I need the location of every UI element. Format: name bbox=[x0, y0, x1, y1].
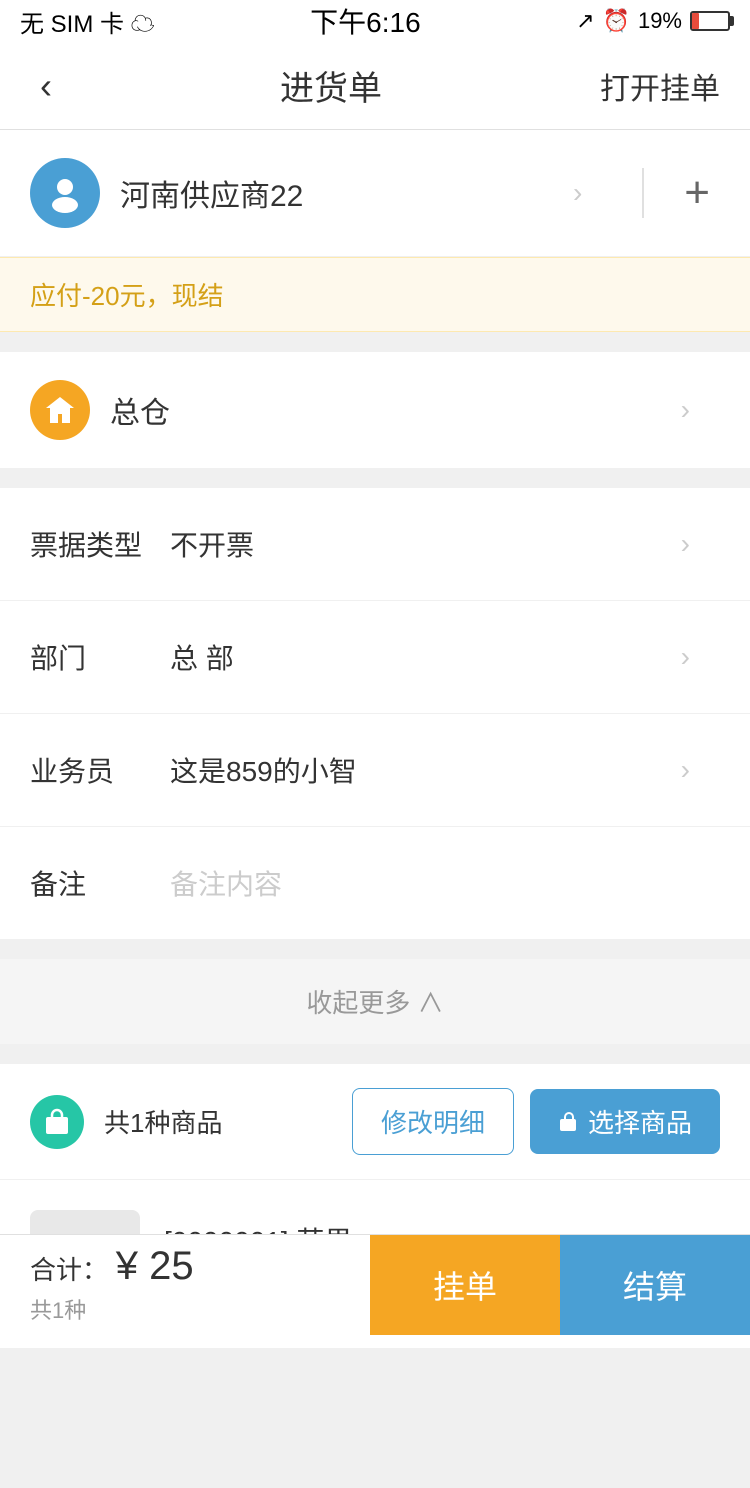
dept-row[interactable]: 部门 总 部 › bbox=[0, 601, 750, 714]
remark-label: 备注 bbox=[30, 863, 150, 903]
location-icon: ↗ bbox=[576, 8, 594, 34]
chevron-right-icon: › bbox=[681, 528, 690, 560]
product-count: 共1种商品 bbox=[104, 1103, 352, 1140]
page-title: 进货单 bbox=[280, 61, 382, 110]
total-amount: ¥ 25 bbox=[116, 1244, 194, 1288]
total-count: 共1种 bbox=[30, 1293, 340, 1325]
add-supplier-button[interactable]: + bbox=[674, 158, 720, 228]
form-section: 票据类型 不开票 › 部门 总 部 › 业务员 这是859的小智 › 备注 备注… bbox=[0, 488, 750, 939]
cart-icon bbox=[558, 1111, 580, 1133]
divider bbox=[642, 168, 644, 218]
warehouse-icon bbox=[30, 380, 90, 440]
battery-icon bbox=[690, 11, 730, 31]
products-header: 共1种商品 修改明细 选择商品 bbox=[0, 1064, 750, 1180]
supplier-avatar bbox=[30, 158, 100, 228]
chevron-right-icon: › bbox=[681, 754, 690, 786]
status-left: 无 SIM 卡 ☁ bbox=[20, 4, 155, 39]
pending-button[interactable]: 挂单 bbox=[370, 1235, 560, 1335]
home-icon bbox=[43, 393, 77, 427]
remark-row[interactable]: 备注 备注内容 bbox=[0, 827, 750, 939]
salesperson-row[interactable]: 业务员 这是859的小智 › bbox=[0, 714, 750, 827]
chevron-right-icon: › bbox=[681, 641, 690, 673]
supplier-name: 河南供应商22 bbox=[120, 171, 573, 215]
status-bar: 无 SIM 卡 ☁ 下午6:16 ↗ ⏰ 19% bbox=[0, 0, 750, 42]
product-icon bbox=[30, 1095, 84, 1149]
supplier-row[interactable]: 河南供应商22 › + bbox=[0, 130, 750, 257]
status-right: ↗ ⏰ 19% bbox=[576, 8, 730, 34]
dept-value: 总 部 bbox=[150, 637, 681, 677]
collapse-button[interactable]: 收起更多 ∧ bbox=[0, 959, 750, 1044]
chevron-right-icon: › bbox=[573, 177, 582, 209]
supplier-notice: 应付-20元，现结 bbox=[0, 257, 750, 332]
battery-percent: 19% bbox=[638, 8, 682, 34]
select-product-label: 选择商品 bbox=[588, 1103, 692, 1140]
status-time: 下午6:16 bbox=[310, 1, 421, 41]
sim-label: 无 SIM 卡 ☁ bbox=[20, 4, 155, 39]
back-button[interactable]: ‹ bbox=[30, 55, 62, 117]
edit-detail-button[interactable]: 修改明细 bbox=[352, 1088, 514, 1155]
total-label: 合计： bbox=[30, 1255, 108, 1285]
invoice-type-label: 票据类型 bbox=[30, 524, 150, 564]
salesperson-label: 业务员 bbox=[30, 750, 150, 790]
nav-bar: ‹ 进货单 打开挂单 bbox=[0, 42, 750, 130]
warehouse-name: 总仓 bbox=[110, 388, 681, 432]
open-pending-button[interactable]: 打开挂单 bbox=[600, 64, 720, 108]
remark-placeholder: 备注内容 bbox=[150, 863, 720, 903]
bag-icon bbox=[42, 1107, 72, 1137]
salesperson-value: 这是859的小智 bbox=[150, 750, 681, 790]
invoice-type-row[interactable]: 票据类型 不开票 › bbox=[0, 488, 750, 601]
select-product-button[interactable]: 选择商品 bbox=[530, 1089, 720, 1154]
person-icon bbox=[45, 173, 85, 213]
checkout-button[interactable]: 结算 bbox=[560, 1235, 750, 1335]
total-section: 合计： ¥ 25 共1种 bbox=[0, 1244, 370, 1325]
supplier-section: 河南供应商22 › + 应付-20元，现结 bbox=[0, 130, 750, 332]
bottom-bar: 合计： ¥ 25 共1种 挂单 结算 bbox=[0, 1234, 750, 1334]
alarm-icon: ⏰ bbox=[603, 8, 630, 34]
warehouse-section: 总仓 › bbox=[0, 352, 750, 468]
warehouse-row[interactable]: 总仓 › bbox=[0, 352, 750, 468]
chevron-right-icon: › bbox=[681, 394, 690, 426]
dept-label: 部门 bbox=[30, 637, 150, 677]
invoice-type-value: 不开票 bbox=[150, 524, 681, 564]
